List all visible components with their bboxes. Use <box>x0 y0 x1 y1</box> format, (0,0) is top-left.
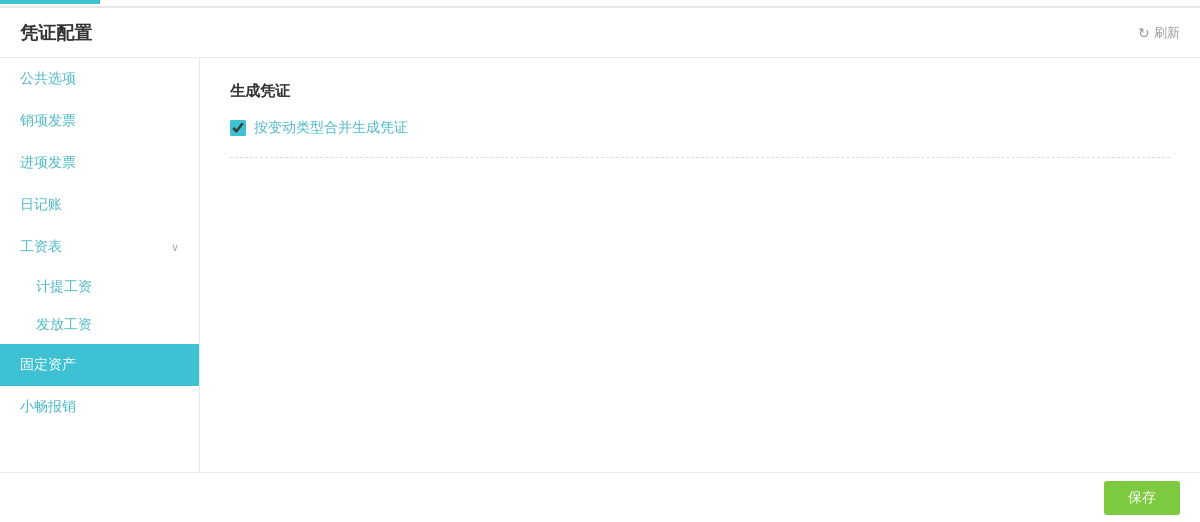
sidebar-item-sales-invoice[interactable]: 销项发票 <box>0 100 199 142</box>
sidebar-item-label: 计提工资 <box>36 278 92 294</box>
top-tab-bar <box>0 0 1200 8</box>
sidebar-item-journal[interactable]: 日记账 <box>0 184 199 226</box>
sidebar-item-payroll-accrual[interactable]: 计提工资 <box>0 268 199 306</box>
header: 凭证配置 ↻ 刷新 <box>0 8 1200 58</box>
footer: 保存 <box>0 472 1200 522</box>
sidebar-item-label: 固定资产 <box>20 356 76 374</box>
content-area: 生成凭证 按变动类型合并生成凭证 <box>200 58 1200 472</box>
page-title: 凭证配置 <box>20 21 92 45</box>
sidebar: 公共选项 销项发票 进项发票 日记账 工资表 ∨ 计提工资 发放工资 固定资产 … <box>0 58 200 472</box>
section-title: 生成凭证 <box>230 82 1170 101</box>
merge-by-type-checkbox[interactable] <box>230 120 246 136</box>
sidebar-item-payroll-distribute[interactable]: 发放工资 <box>0 306 199 344</box>
sidebar-item-label: 公共选项 <box>20 70 76 88</box>
sidebar-item-expense[interactable]: 小畅报销 <box>0 386 199 428</box>
refresh-icon: ↻ <box>1138 25 1150 41</box>
section-divider <box>230 157 1170 158</box>
merge-by-type-label[interactable]: 按变动类型合并生成凭证 <box>254 119 408 137</box>
sidebar-item-label: 小畅报销 <box>20 398 76 416</box>
sidebar-item-label: 工资表 <box>20 238 62 256</box>
sidebar-item-public-options[interactable]: 公共选项 <box>0 58 199 100</box>
refresh-button[interactable]: ↻ 刷新 <box>1138 24 1180 42</box>
sidebar-item-fixed-assets[interactable]: 固定资产 <box>0 344 199 386</box>
sidebar-item-label: 进项发票 <box>20 154 76 172</box>
main-layout: 公共选项 销项发票 进项发票 日记账 工资表 ∨ 计提工资 发放工资 固定资产 … <box>0 58 1200 472</box>
sidebar-item-label: 销项发票 <box>20 112 76 130</box>
sidebar-item-payroll[interactable]: 工资表 ∨ <box>0 226 199 268</box>
sidebar-item-label: 发放工资 <box>36 316 92 332</box>
chevron-down-icon: ∨ <box>171 241 179 254</box>
refresh-label: 刷新 <box>1154 24 1180 42</box>
sidebar-item-purchase-invoice[interactable]: 进项发票 <box>0 142 199 184</box>
save-button[interactable]: 保存 <box>1104 481 1180 515</box>
checkbox-row: 按变动类型合并生成凭证 <box>230 119 1170 137</box>
sidebar-item-label: 日记账 <box>20 196 62 214</box>
